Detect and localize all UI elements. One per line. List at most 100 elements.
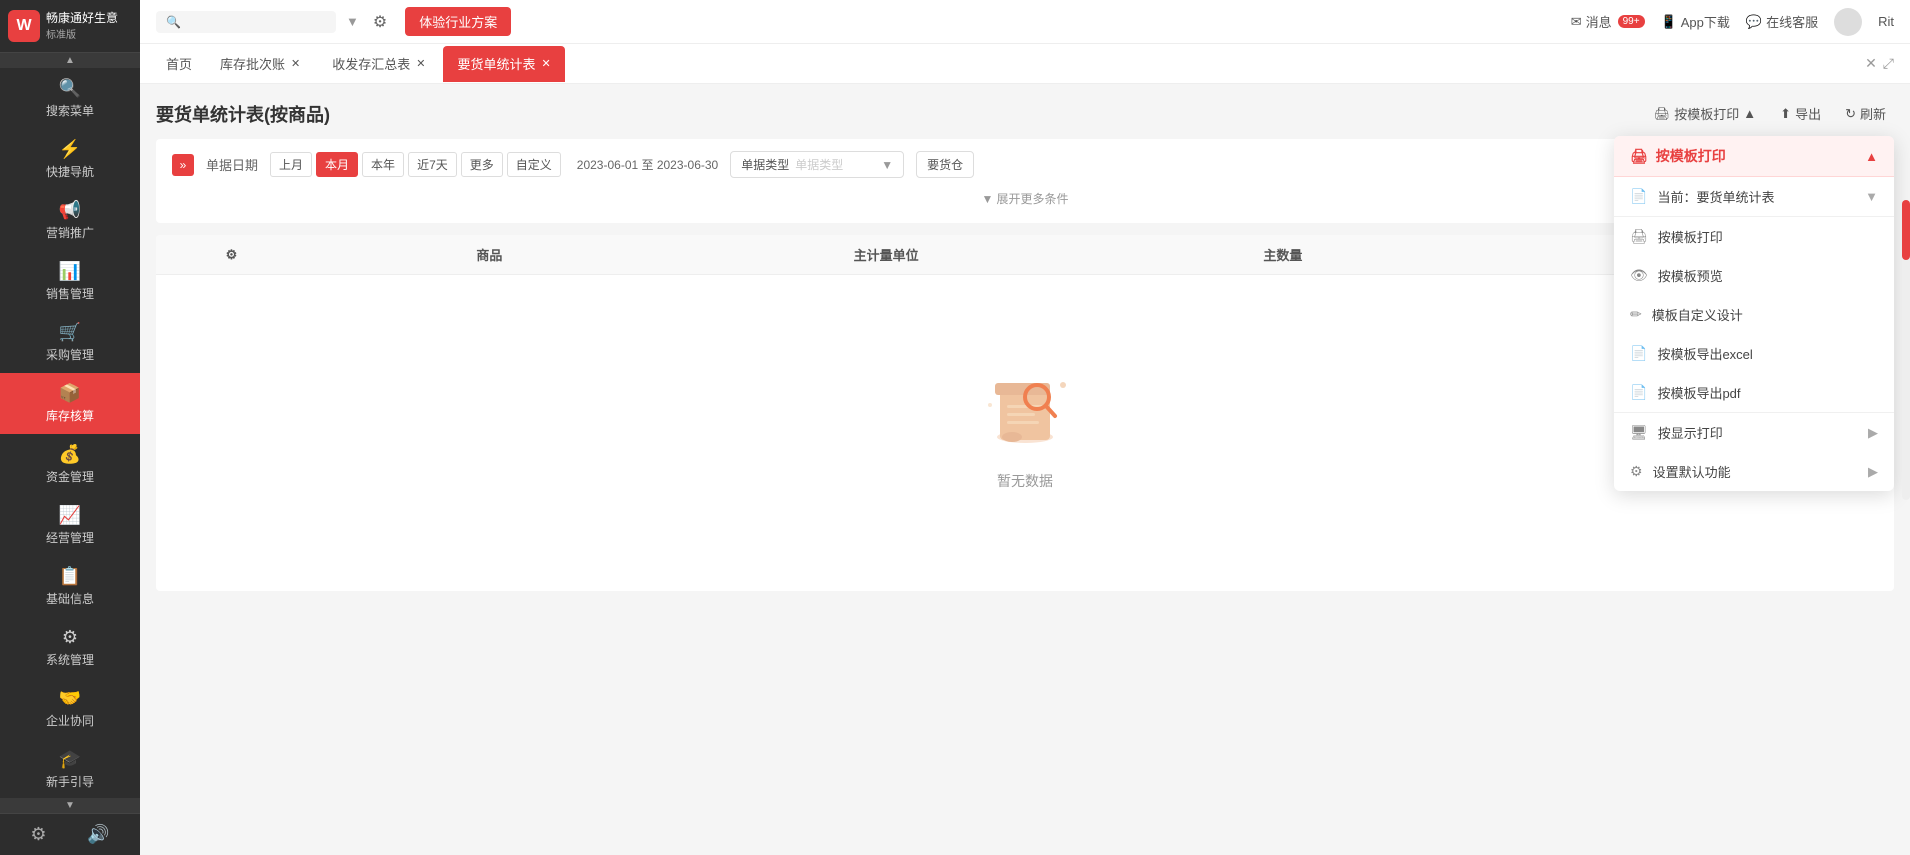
dropdown-header-label: 按模板打印 <box>1656 146 1726 166</box>
main-content: 🔍 ▼ ⚙ 体验行业方案 ✉ 消息 99+ 📱 App下载 💬 在线客服 <box>140 0 1910 855</box>
chevron-right-icon2: ▶ <box>1868 464 1878 480</box>
select-arrow-icon: ▼ <box>881 158 893 172</box>
print-label: 按模板打印 <box>1674 104 1739 123</box>
date-prev-month-btn[interactable]: 上月 <box>270 152 312 177</box>
print-button[interactable]: 🖨 按模板打印 ▲ <box>1646 100 1764 127</box>
download-icon: 📱 <box>1661 14 1677 30</box>
design-icon: ✏ <box>1630 306 1642 323</box>
tab-inventory-batch[interactable]: 库存批次账 ✕ <box>206 46 314 82</box>
speaker-icon[interactable]: 🔊 <box>87 824 109 845</box>
sidebar-item-beginner[interactable]: 🎓 新手引导 <box>0 739 140 798</box>
template-preview-item[interactable]: 👁 按模板预览 <box>1614 256 1894 295</box>
sidebar-item-label: 库存核算 <box>46 407 94 424</box>
export-label: 导出 <box>1795 104 1821 123</box>
date-current-year-btn[interactable]: 本年 <box>362 152 404 177</box>
display-print-item[interactable]: 🖥 按显示打印 ▶ <box>1614 413 1894 452</box>
message-icon: ✉ <box>1571 14 1582 30</box>
template-print-item[interactable]: 🖨 按模板打印 <box>1614 217 1894 256</box>
sidebar-item-label: 营销推广 <box>46 224 94 241</box>
sidebar-item-label: 销售管理 <box>46 285 94 302</box>
messages-button[interactable]: ✉ 消息 99+ <box>1571 12 1645 31</box>
sidebar-item-inventory[interactable]: 📦 库存核算 <box>0 373 140 434</box>
sidebar-item-finance[interactable]: 💰 资金管理 <box>0 434 140 495</box>
template-custom-item[interactable]: ✏ 模板自定义设计 <box>1614 295 1894 334</box>
basic-icon: 📋 <box>59 566 81 587</box>
tab-label: 要货单统计表 <box>457 54 535 73</box>
dropdown-arrow[interactable]: ▼ <box>346 14 359 29</box>
tab-receivable-summary[interactable]: 收发存汇总表 ✕ <box>318 46 439 82</box>
tab-home[interactable]: 首页 <box>156 48 202 79</box>
sidebar-item-search[interactable]: 🔍 搜索菜单 <box>0 68 140 129</box>
warehouse-label: 要货仓 <box>927 156 963 173</box>
topbar-search[interactable]: 🔍 <box>156 11 336 33</box>
user-avatar[interactable] <box>1834 8 1862 36</box>
tab-order-summary[interactable]: 要货单统计表 ✕ <box>443 46 564 82</box>
th-quantity: 主数量 <box>1085 245 1482 264</box>
pdf-icon: 📄 <box>1630 384 1647 401</box>
sidebar-item-basic[interactable]: 📋 基础信息 <box>0 556 140 617</box>
template-icon: 📄 <box>1630 188 1647 205</box>
page-area: 要货单统计表(按商品) 🖨 按模板打印 ▲ ⬆ 导出 ↻ 刷新 <box>140 84 1910 855</box>
sales-icon: 📊 <box>59 261 81 282</box>
expand-more-label: 展开更多条件 <box>996 190 1068 207</box>
scrollbar-thumb <box>1902 200 1910 260</box>
sidebar-item-purchase[interactable]: 🛒 采购管理 <box>0 312 140 373</box>
export-button[interactable]: ⬆ 导出 <box>1772 100 1829 127</box>
sidebar-nav: 🔍 搜索菜单 ⚡ 快捷导航 📢 营销推广 📊 销售管理 🛒 采购管理 📦 库存核… <box>0 68 140 798</box>
sidebar-scroll-down[interactable]: ▼ <box>0 798 140 813</box>
sidebar-item-sales[interactable]: 📊 销售管理 <box>0 251 140 312</box>
order-type-label: 单据类型 <box>741 156 789 173</box>
sidebar-item-system[interactable]: ⚙ 系统管理 <box>0 617 140 678</box>
tab-close-icon[interactable]: ✕ <box>416 57 425 70</box>
order-type-placeholder: 单据类型 <box>795 156 875 173</box>
date-range-display: 2023-06-01 至 2023-06-30 <box>577 156 718 173</box>
finance-icon: 💰 <box>59 444 81 465</box>
service-icon: 💬 <box>1746 14 1762 30</box>
date-current-month-btn[interactable]: 本月 <box>316 152 358 177</box>
window-close-icon[interactable]: ✕ <box>1865 55 1877 72</box>
online-service-button[interactable]: 💬 在线客服 <box>1746 12 1818 31</box>
current-template-item[interactable]: 📄 当前：要货单统计表 ▼ <box>1614 177 1894 216</box>
inventory-icon: 📦 <box>59 383 81 404</box>
empty-text: 暂无数据 <box>997 471 1053 491</box>
tab-close-icon[interactable]: ✕ <box>291 57 300 70</box>
app-download-label: App下载 <box>1681 12 1730 31</box>
display-print-icon: 🖥 <box>1630 424 1648 441</box>
order-type-select[interactable]: 单据类型 单据类型 ▼ <box>730 151 904 178</box>
warehouse-filter[interactable]: 要货仓 <box>916 151 974 178</box>
scrollbar[interactable] <box>1902 200 1910 500</box>
app-version: 标准版 <box>46 26 118 41</box>
avatar-image <box>1834 8 1862 36</box>
window-maximize-icon[interactable]: ⤢ <box>1883 55 1894 72</box>
refresh-button[interactable]: ↻ 刷新 <box>1837 100 1894 127</box>
page-header: 要货单统计表(按商品) 🖨 按模板打印 ▲ ⬆ 导出 ↻ 刷新 <box>156 100 1894 127</box>
system-icon: ⚙ <box>62 627 78 648</box>
industry-solution-button[interactable]: 体验行业方案 <box>405 7 511 36</box>
default-func-item[interactable]: ⚙ 设置默认功能 ▶ <box>1614 452 1894 491</box>
template-print-label: 按模板打印 <box>1658 227 1723 246</box>
expand-icon[interactable]: » <box>172 154 194 176</box>
date-7days-btn[interactable]: 近7天 <box>408 152 457 177</box>
date-custom-btn[interactable]: 自定义 <box>507 152 561 177</box>
sidebar-scroll-up[interactable]: ▲ <box>0 53 140 68</box>
messages-label: 消息 <box>1586 12 1612 31</box>
search-icon: 🔍 <box>166 15 181 29</box>
user-name[interactable]: Rit <box>1878 14 1894 29</box>
topbar-settings-icon[interactable]: ⚙ <box>373 12 387 32</box>
export-icon: ⬆ <box>1780 106 1791 122</box>
tab-close-icon[interactable]: ✕ <box>542 57 551 70</box>
settings-icon[interactable]: ⚙ <box>30 824 46 845</box>
sidebar-item-cooperation[interactable]: 🤝 企业协同 <box>0 678 140 739</box>
date-more-btn[interactable]: 更多 <box>461 152 503 177</box>
dropdown-close-arrow[interactable]: ▲ <box>1865 149 1878 164</box>
chevron-up-icon: ▲ <box>1743 106 1756 121</box>
sidebar-item-quick-nav[interactable]: ⚡ 快捷导航 <box>0 129 140 190</box>
app-download-button[interactable]: 📱 App下载 <box>1661 12 1730 31</box>
th-product: 商品 <box>291 245 688 264</box>
template-export-pdf-item[interactable]: 📄 按模板导出pdf <box>1614 373 1894 412</box>
template-export-excel-label: 按模板导出excel <box>1657 344 1752 363</box>
template-export-excel-item[interactable]: 📄 按模板导出excel <box>1614 334 1894 373</box>
sidebar-item-marketing[interactable]: 📢 营销推广 <box>0 190 140 251</box>
sidebar-item-operations[interactable]: 📈 经营管理 <box>0 495 140 556</box>
th-settings[interactable]: ⚙ <box>172 247 291 263</box>
